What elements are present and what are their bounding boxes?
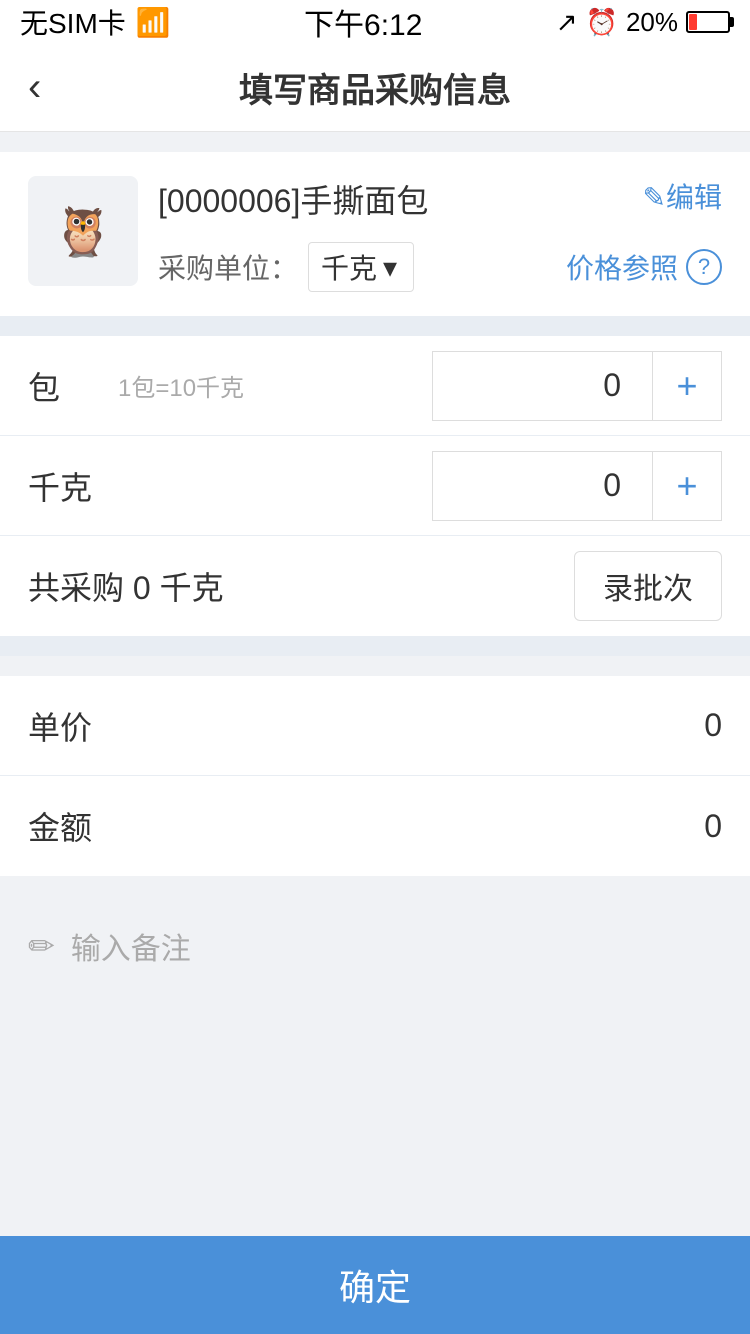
unit-price-row: 单价 0 xyxy=(0,676,750,776)
pencil-icon: ✏ xyxy=(28,927,55,965)
bao-input[interactable] xyxy=(432,351,652,421)
summary-text: 共采购 0 千克 xyxy=(28,563,224,609)
bao-label: 包 xyxy=(28,363,108,409)
kg-input-group: + xyxy=(432,451,722,521)
battery-percent: 20% xyxy=(626,7,678,38)
product-card: 🦉 [0000006]手撕面包 ✎编辑 采购单位： 千克 ▾ 价格参照 ? xyxy=(0,152,750,316)
product-footer: 采购单位： 千克 ▾ 价格参照 ? xyxy=(158,242,722,292)
bao-plus-button[interactable]: + xyxy=(652,351,722,421)
product-info: [0000006]手撕面包 ✎编辑 采购单位： 千克 ▾ 价格参照 ? xyxy=(158,176,722,292)
page-title: 填写商品采购信息 xyxy=(239,63,511,112)
status-right: ↗ ⏰ 20% xyxy=(556,7,730,38)
question-icon: ? xyxy=(686,249,722,285)
wifi-icon: 📶 xyxy=(136,6,171,39)
amount-row: 金额 0 xyxy=(0,776,750,876)
price-section: 单价 0 金额 0 xyxy=(0,676,750,876)
batch-button[interactable]: 录批次 xyxy=(574,551,722,621)
nav-bar: ‹ 填写商品采购信息 xyxy=(0,44,750,132)
unit-label: 采购单位： 千克 ▾ xyxy=(158,242,414,292)
status-time: 下午6:12 xyxy=(304,0,422,44)
remark-section[interactable]: ✏ 输入备注 xyxy=(0,896,750,996)
location-icon: ↗ xyxy=(556,7,578,38)
status-left: 无SIM卡 📶 xyxy=(20,2,171,42)
separator-1 xyxy=(0,316,750,336)
form-section: 包 1包=10千克 + 千克 + 共采购 0 千克 录批次 xyxy=(0,336,750,636)
unit-price-label: 单价 xyxy=(28,703,92,749)
kg-row: 千克 + xyxy=(0,436,750,536)
bao-row: 包 1包=10千克 + xyxy=(0,336,750,436)
confirm-button[interactable]: 确定 xyxy=(0,1236,750,1334)
back-button[interactable]: ‹ xyxy=(28,65,41,110)
amount-value: 0 xyxy=(704,808,722,845)
price-reference-button[interactable]: 价格参照 ? xyxy=(566,247,722,287)
amount-label: 金额 xyxy=(28,803,92,849)
kg-label: 千克 xyxy=(28,463,108,509)
unit-select[interactable]: 千克 ▾ xyxy=(308,242,414,292)
carrier-text: 无SIM卡 xyxy=(20,2,126,42)
kg-input[interactable] xyxy=(432,451,652,521)
remark-placeholder: 输入备注 xyxy=(71,924,191,968)
separator-2 xyxy=(0,636,750,656)
edit-button[interactable]: ✎编辑 xyxy=(643,176,722,216)
battery-fill xyxy=(689,14,697,30)
status-bar: 无SIM卡 📶 下午6:12 ↗ ⏰ 20% xyxy=(0,0,750,44)
product-header: [0000006]手撕面包 ✎编辑 xyxy=(158,176,722,222)
dropdown-arrow-icon: ▾ xyxy=(383,251,397,284)
summary-row: 共采购 0 千克 录批次 xyxy=(0,536,750,636)
kg-plus-button[interactable]: + xyxy=(652,451,722,521)
battery-icon xyxy=(686,11,730,33)
bao-input-group: + xyxy=(432,351,722,421)
product-name: [0000006]手撕面包 xyxy=(158,176,428,222)
product-image: 🦉 xyxy=(28,176,138,286)
bao-sublabel: 1包=10千克 xyxy=(118,368,244,403)
alarm-icon: ⏰ xyxy=(586,7,618,38)
unit-price-value: 0 xyxy=(704,707,722,744)
